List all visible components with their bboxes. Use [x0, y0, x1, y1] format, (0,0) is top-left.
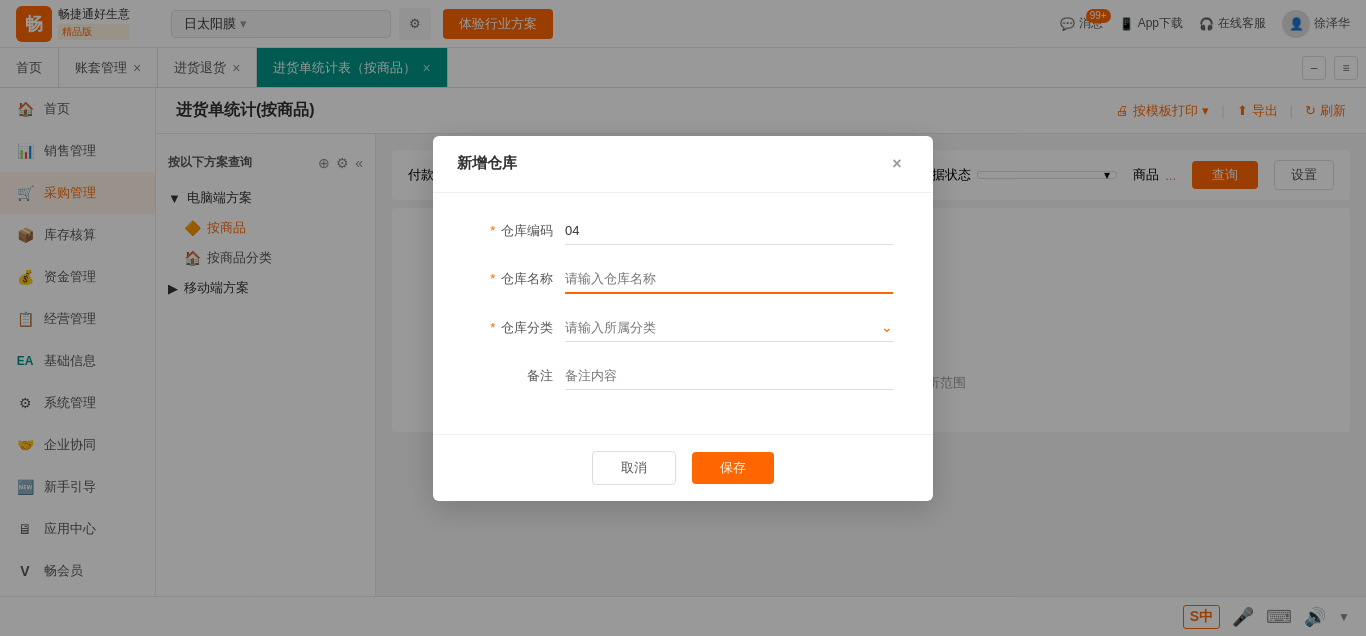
form-code-label: * 仓库编码	[473, 222, 553, 240]
modal-header: 新增仓库 ×	[433, 136, 933, 193]
modal-body: * 仓库编码 * 仓库名称 * 仓库分类	[433, 193, 933, 434]
cancel-button[interactable]: 取消	[592, 451, 676, 485]
form-name-input[interactable]	[565, 265, 893, 294]
form-name-label: * 仓库名称	[473, 270, 553, 288]
required-mark: *	[490, 223, 495, 238]
form-category-select-wrap[interactable]: ⌄	[565, 314, 893, 342]
form-category-label: * 仓库分类	[473, 319, 553, 337]
required-mark2: *	[490, 271, 495, 286]
form-remark-label: 备注	[473, 367, 553, 385]
modal-close-btn[interactable]: ×	[885, 152, 909, 176]
form-row-name: * 仓库名称	[473, 265, 893, 294]
modal-new-warehouse: 新增仓库 × * 仓库编码 * 仓库名称	[433, 136, 933, 501]
modal-title: 新增仓库	[457, 154, 517, 173]
form-category-input[interactable]	[565, 314, 881, 341]
modal-overlay: 新增仓库 × * 仓库编码 * 仓库名称	[0, 0, 1366, 636]
form-row-remark: 备注	[473, 362, 893, 390]
save-button[interactable]: 保存	[692, 452, 774, 484]
form-row-code: * 仓库编码	[473, 217, 893, 245]
form-code-input[interactable]	[565, 217, 893, 245]
form-remark-input[interactable]	[565, 362, 893, 390]
category-dropdown-icon[interactable]: ⌄	[881, 319, 893, 335]
modal-footer: 取消 保存	[433, 434, 933, 501]
required-mark3: *	[490, 320, 495, 335]
form-row-category: * 仓库分类 ⌄	[473, 314, 893, 342]
